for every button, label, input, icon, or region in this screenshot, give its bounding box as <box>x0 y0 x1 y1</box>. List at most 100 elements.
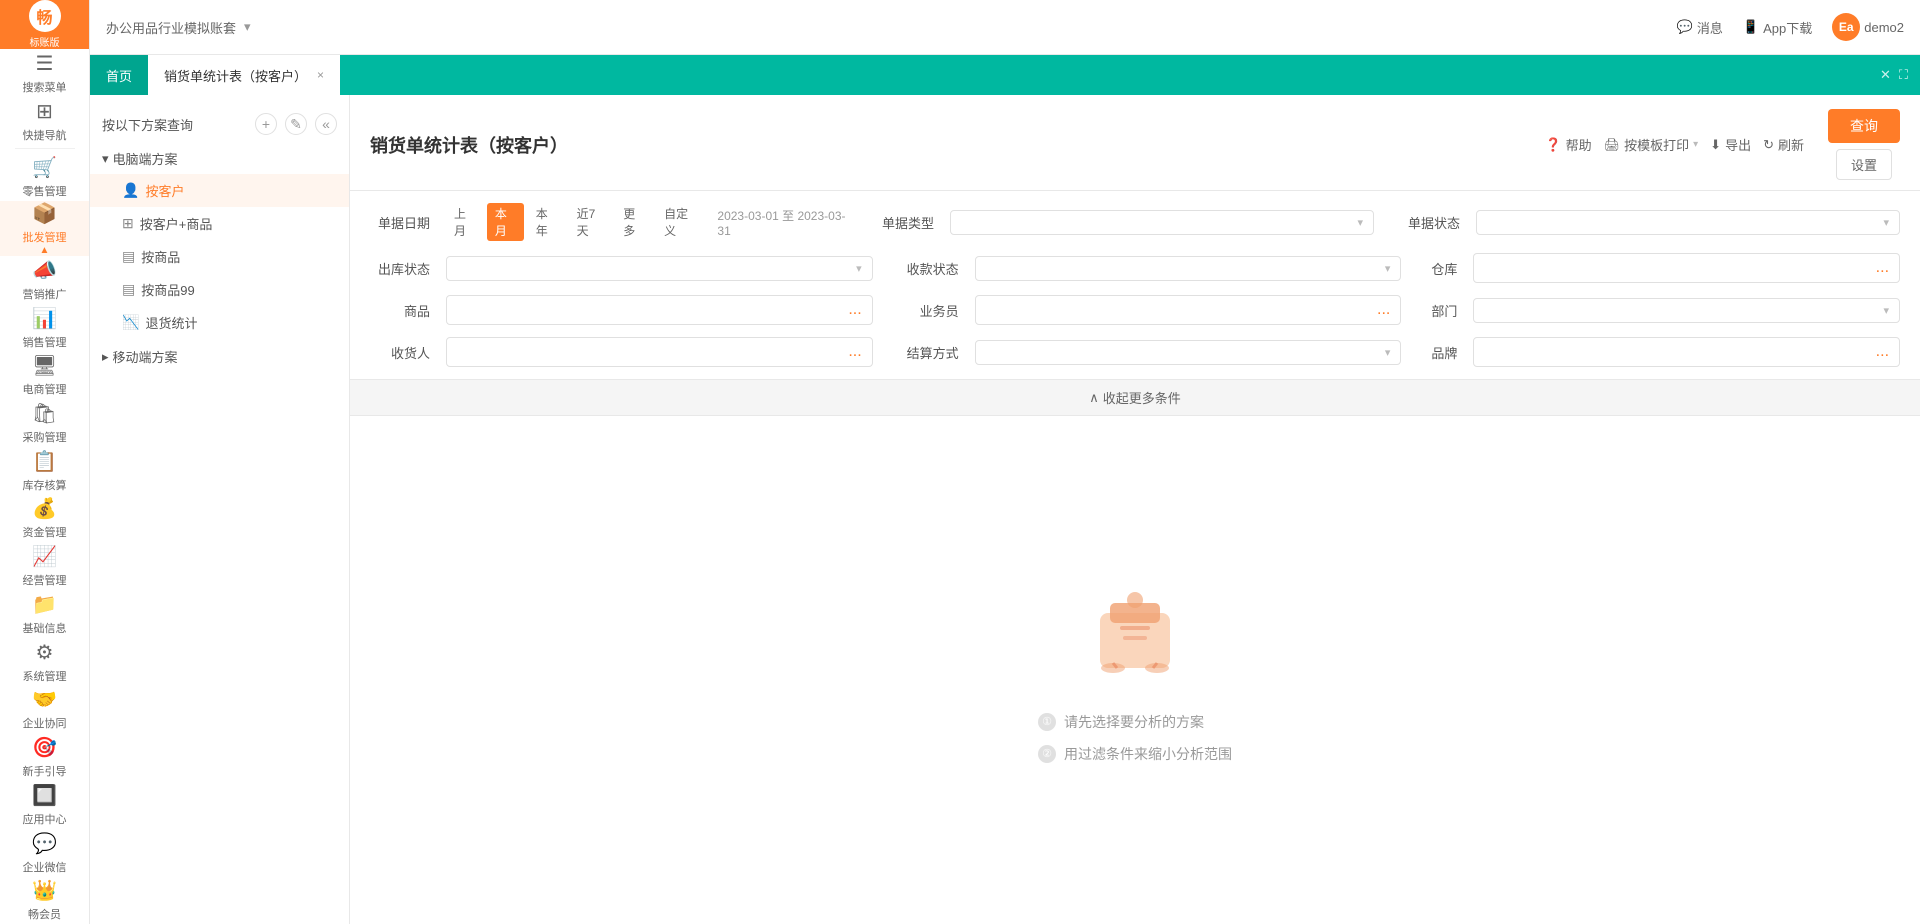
scheme-group-mobile-header[interactable]: ▸ 移动端方案 <box>90 341 349 372</box>
refresh-label: 刷新 <box>1778 135 1804 154</box>
collapse-panel-btn[interactable]: « <box>315 113 337 135</box>
collapse-arrow-icon: ∧ <box>1089 390 1099 406</box>
date-tab-custom[interactable]: 自定义 <box>656 203 703 241</box>
warehouse-dots[interactable]: ... <box>1876 259 1889 277</box>
export-btn[interactable]: ⬇ 导出 <box>1710 135 1751 154</box>
sidebar-item-retail[interactable]: 🛒 零售管理 <box>0 153 90 201</box>
out-status-arrow: ▾ <box>856 262 862 275</box>
print-btn[interactable]: 🖨 按模板打印 ▾ <box>1604 135 1699 154</box>
receiver-select[interactable]: ... <box>446 337 873 367</box>
logo-text: 标账版 <box>30 34 60 49</box>
window-close-btn[interactable]: ✕ <box>1880 67 1891 83</box>
tab-close-icon[interactable]: × <box>317 68 324 82</box>
ecom-icon: 🖥 <box>32 353 57 378</box>
message-btn[interactable]: 💬 消息 <box>1677 18 1723 37</box>
settlement-select[interactable]: ▾ <box>975 340 1402 365</box>
sidebar-item-operation[interactable]: 📈 经营管理 <box>0 542 90 590</box>
sidebar-item-enterprise[interactable]: 🤝 企业协同 <box>0 685 90 733</box>
sidebar-item-label: 库存核算 <box>23 477 67 493</box>
status-select[interactable]: ▾ <box>1476 210 1900 235</box>
inventory-icon: 📋 <box>32 449 57 474</box>
product-dots[interactable]: ... <box>848 301 861 319</box>
scheme-item-by-customer-product[interactable]: ⊞ 按客户+商品 <box>90 207 349 240</box>
receiver-dots[interactable]: ... <box>848 343 861 361</box>
scheme-item-label: 按客户 <box>145 181 184 200</box>
operation-icon: 📈 <box>32 544 57 569</box>
tab-home[interactable]: 首页 <box>90 55 148 95</box>
help-btn[interactable]: ❓ 帮助 <box>1545 135 1591 154</box>
date-tab-this-month[interactable]: 本月 <box>487 203 524 241</box>
app-download-btn[interactable]: 📱 App下载 <box>1743 18 1812 37</box>
salesman-select[interactable]: ... <box>975 295 1402 325</box>
date-tab-more[interactable]: 更多 <box>615 203 652 241</box>
sidebar-item-system[interactable]: ⚙ 系统管理 <box>0 638 90 686</box>
sidebar-item-ecom[interactable]: 🖥 电商管理 <box>0 351 90 399</box>
brand-dots[interactable]: ... <box>1876 343 1889 361</box>
app-download-icon: 📱 <box>1743 19 1759 35</box>
header-left: 办公用品行业模拟账套 ▾ <box>106 18 251 37</box>
setting-btn[interactable]: 设置 <box>1836 149 1892 180</box>
empty-tip-1: ① 请先选择要分析的方案 <box>1038 708 1232 736</box>
sidebar-item-inventory[interactable]: 📋 库存核算 <box>0 447 90 495</box>
sidebar-item-apps[interactable]: 🔲 应用中心 <box>0 781 90 829</box>
refresh-btn[interactable]: ↻ 刷新 <box>1763 135 1804 154</box>
salesman-dots[interactable]: ... <box>1377 301 1390 319</box>
sidebar-item-label: 营销推广 <box>23 286 67 302</box>
scheme-item-label: 退货统计 <box>145 313 197 332</box>
tab-sales-stats[interactable]: 销货单统计表（按客户） × <box>148 55 340 95</box>
header-dropdown-icon[interactable]: ▾ <box>244 19 251 35</box>
date-label: 单据日期 <box>370 213 430 232</box>
window-max-btn[interactable]: ⛶ <box>1899 67 1908 83</box>
brand-label: 品牌 <box>1417 343 1457 362</box>
date-tab-last-month[interactable]: 上月 <box>446 203 483 241</box>
sidebar-item-label: 经营管理 <box>23 572 67 588</box>
scheme-panel-header: 按以下方案查询 + ✎ « <box>90 105 349 143</box>
out-status-select[interactable]: ▾ <box>446 256 873 281</box>
sidebar-item-quick-nav[interactable]: ⊞ 快捷导航 <box>0 97 90 145</box>
type-select[interactable]: ▾ <box>950 210 1374 235</box>
user-area[interactable]: Ea demo2 <box>1832 13 1904 41</box>
sidebar-item-label: 畅会员 <box>28 906 61 922</box>
username: demo2 <box>1864 20 1904 35</box>
customer-icon: 👤 <box>122 182 139 199</box>
edit-scheme-btn[interactable]: ✎ <box>285 113 307 135</box>
right-content: 销货单统计表（按客户） ❓ 帮助 🖨 按模板打印 ▾ ⬇ 导出 <box>350 95 1920 924</box>
date-value: 上月 本月 本年 近7天 更多 自定义 2023-03-01 至 2023-03… <box>446 203 848 241</box>
chart-icon: ⊞ <box>122 215 134 232</box>
warehouse-select[interactable]: ... <box>1473 253 1900 283</box>
logo[interactable]: 畅 标账版 <box>0 0 90 49</box>
empty-tips: ① 请先选择要分析的方案 ② 用过滤条件来缩小分析范围 <box>1038 708 1232 772</box>
department-select[interactable]: ▾ <box>1473 298 1900 323</box>
sidebar-item-search-menu[interactable]: ☰ 搜索菜单 <box>0 49 90 97</box>
sidebar-item-finance[interactable]: 💰 资金管理 <box>0 495 90 543</box>
quick-nav-icon: ⊞ <box>36 99 53 124</box>
query-area: 查询 设置 <box>1828 109 1900 180</box>
brand-select[interactable]: ... <box>1473 337 1900 367</box>
scheme-group-desktop-header[interactable]: ▾ 电脑端方案 <box>90 143 349 174</box>
filter-row-4: 收货人 ... 结算方式 ▾ 品牌 ... <box>370 337 1900 367</box>
sidebar-item-member[interactable]: 👑 畅会员 <box>0 876 90 924</box>
date-tabs: 上月 本月 本年 近7天 更多 自定义 <box>446 203 703 241</box>
payment-status-select[interactable]: ▾ <box>975 256 1402 281</box>
query-btn[interactable]: 查询 <box>1828 109 1900 143</box>
sidebar-item-newbie[interactable]: 🎯 新手引导 <box>0 733 90 781</box>
sidebar-item-basic[interactable]: 📁 基础信息 <box>0 590 90 638</box>
date-tab-this-year[interactable]: 本年 <box>528 203 565 241</box>
scheme-item-return-stats[interactable]: 📉 退货统计 <box>90 306 349 339</box>
date-range: 2023-03-01 至 2023-03-31 <box>717 207 848 238</box>
scheme-item-by-product[interactable]: ▤ 按商品 <box>90 240 349 273</box>
sidebar-item-purchase[interactable]: 🛍 采购管理 <box>0 399 90 447</box>
collapse-bar[interactable]: ∧ 收起更多条件 <box>350 380 1920 416</box>
sidebar-item-wechat[interactable]: 💬 企业微信 <box>0 829 90 877</box>
scheme-item-by-product-99[interactable]: ▤ 按商品99 <box>90 273 349 306</box>
scheme-item-by-customer[interactable]: 👤 按客户 <box>90 174 349 207</box>
sidebar-item-marketing[interactable]: 📣 营销推广 <box>0 256 90 304</box>
tip-text-2: 用过滤条件来缩小分析范围 <box>1064 740 1232 768</box>
collapse-text: ∧ 收起更多条件 <box>1089 388 1181 407</box>
add-scheme-btn[interactable]: + <box>255 113 277 135</box>
sidebar-item-sales[interactable]: 📊 销售管理 <box>0 304 90 352</box>
product-select[interactable]: ... <box>446 295 873 325</box>
date-tab-last7[interactable]: 近7天 <box>569 203 612 241</box>
sidebar-item-wholesale[interactable]: 📦 批发管理 ▲ <box>0 201 90 256</box>
department-arrow: ▾ <box>1883 304 1889 317</box>
